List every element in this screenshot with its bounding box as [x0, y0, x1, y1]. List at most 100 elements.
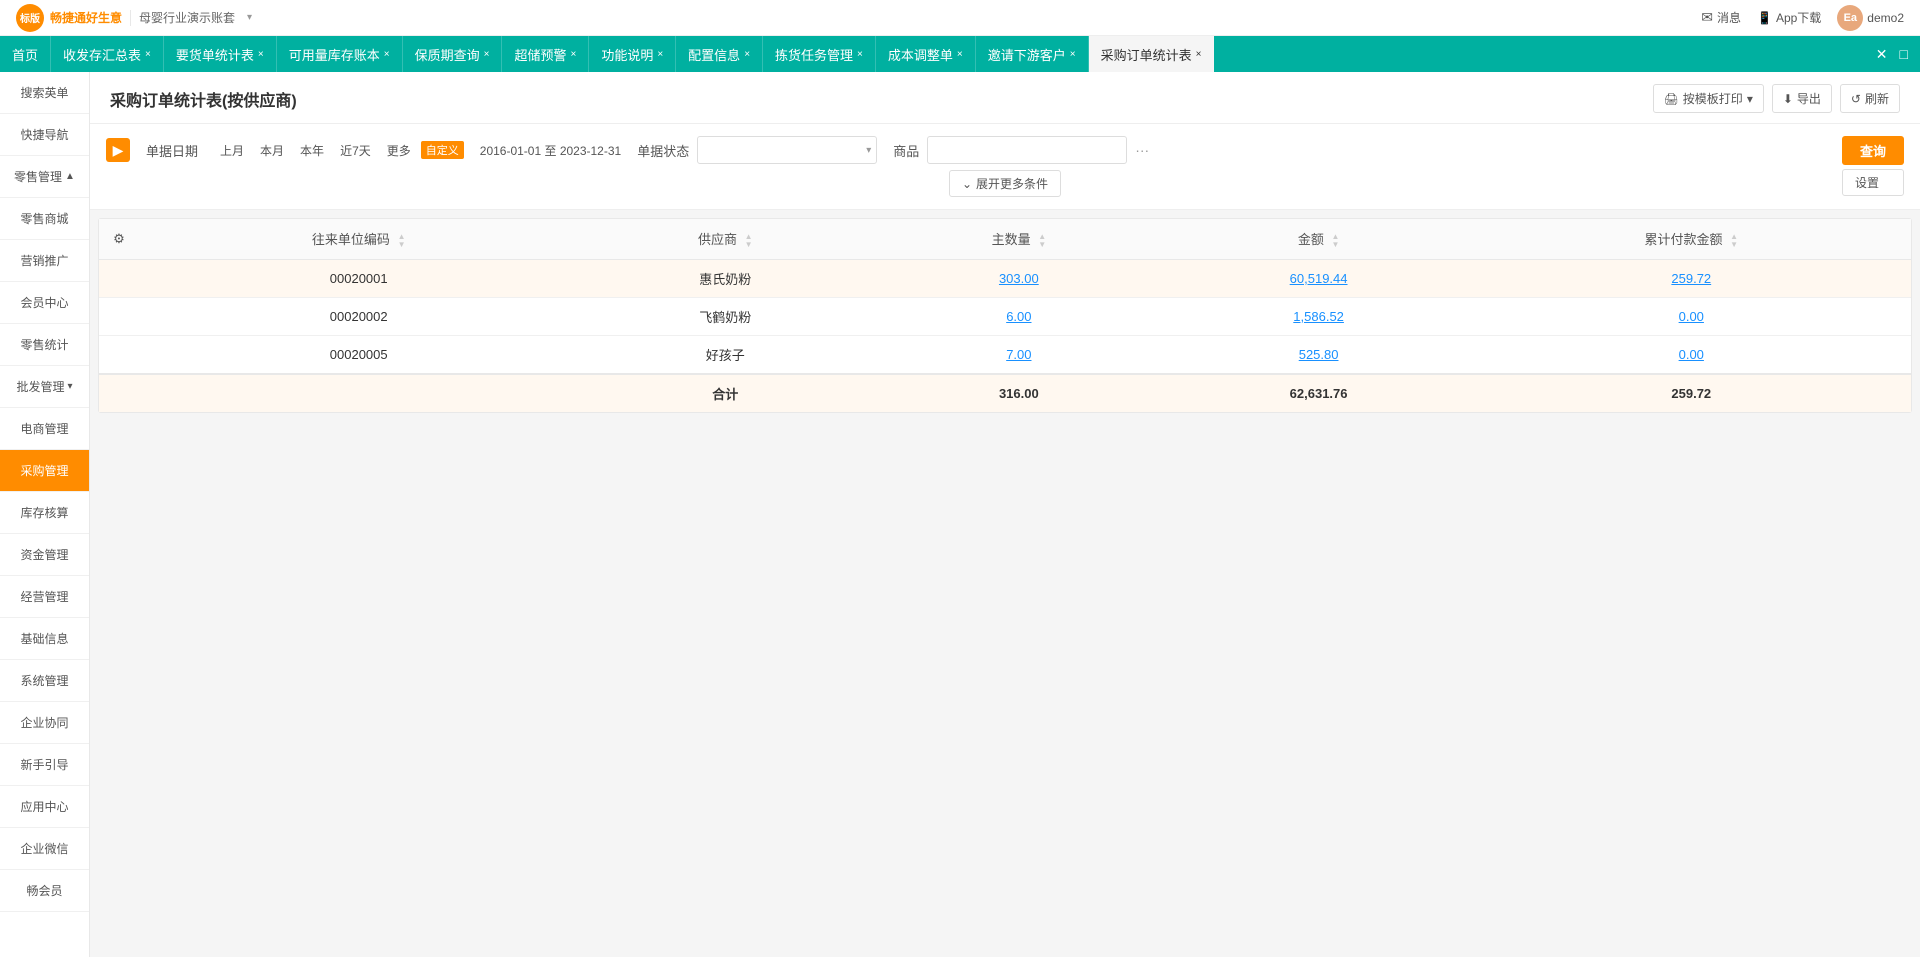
settings-button[interactable]: 设置 [1842, 169, 1904, 196]
breadcrumb-dropdown-icon[interactable]: ▾ [247, 12, 252, 23]
row-main-qty-0: 303.00 [872, 259, 1166, 297]
amount-link-0[interactable]: 60,519.44 [1290, 271, 1348, 286]
sidebar-item-retail-stats[interactable]: 零售统计 [0, 324, 89, 366]
filter-row: ▶ 单据日期 上月 本月 本年 近7天 更多 自定义 2016-01-01 至 … [106, 136, 1904, 164]
sidebar-ops-mgmt-label: 经营管理 [20, 590, 68, 604]
sidebar-wholesale-mgmt-label: 批发管理 [16, 378, 64, 395]
maximize-button[interactable]: □ [1896, 44, 1912, 64]
paid-amount-link-0[interactable]: 259.72 [1671, 271, 1711, 286]
sidebar-ecommerce-label: 电商管理 [20, 422, 68, 436]
shortcut-last-month[interactable]: 上月 [214, 140, 250, 161]
search-button[interactable]: 查询 [1842, 136, 1904, 165]
sidebar-item-enterprise-collab[interactable]: 企业协同 [0, 702, 89, 744]
export-button[interactable]: ⬇ 导出 [1772, 84, 1832, 113]
sidebar-item-finance-mgmt[interactable]: 资金管理 [0, 534, 89, 576]
shortcut-this-year[interactable]: 本年 [294, 140, 330, 161]
sidebar-item-member-center[interactable]: 会员中心 [0, 282, 89, 324]
footer-amount: 62,631.76 [1166, 374, 1472, 412]
breadcrumb[interactable]: 母婴行业演示账套 [139, 9, 235, 26]
sidebar-item-system-mgmt[interactable]: 系统管理 [0, 660, 89, 702]
sidebar-item-search[interactable]: 搜索英单 [0, 72, 89, 114]
sort-unit-code-icon[interactable]: ▲▼ [398, 233, 406, 249]
tab-cost-adjust[interactable]: 成本调整单 × [876, 36, 976, 72]
status-select[interactable] [697, 136, 877, 164]
tab-active-suffix: × [1196, 49, 1202, 60]
sort-amount-icon[interactable]: ▲▼ [1331, 233, 1339, 249]
sidebar-system-mgmt-label: 系统管理 [20, 674, 68, 688]
sort-main-qty-icon[interactable]: ▲▼ [1038, 233, 1046, 249]
sidebar-item-basic-info[interactable]: 基础信息 [0, 618, 89, 660]
shortcut-this-month[interactable]: 本月 [254, 140, 290, 161]
goods-search-input[interactable] [927, 136, 1127, 164]
row-paid-amount-0: 259.72 [1472, 259, 1911, 297]
paid-amount-link-2[interactable]: 0.00 [1679, 347, 1704, 362]
main-qty-link-0[interactable]: 303.00 [999, 271, 1039, 286]
filter-toggle-button[interactable]: ▶ [106, 138, 130, 162]
sidebar-item-retail-mgmt[interactable]: 零售管理 ▲ [0, 156, 89, 198]
sidebar-member-center-label: 会员中心 [20, 296, 68, 310]
shortcut-last-7-days[interactable]: 近7天 [334, 140, 377, 161]
main-qty-link-1[interactable]: 6.00 [1006, 309, 1031, 324]
tab-home[interactable]: 首页 [0, 36, 51, 72]
sidebar-item-inventory-check[interactable]: 库存核算 [0, 492, 89, 534]
sidebar-item-retail-shop[interactable]: 零售商城 [0, 198, 89, 240]
export-label: 导出 [1797, 90, 1821, 107]
amount-link-1[interactable]: 1,586.52 [1293, 309, 1344, 324]
tab-config-info[interactable]: 配置信息 × [676, 36, 763, 72]
sidebar-item-ecommerce[interactable]: 电商管理 [0, 408, 89, 450]
amount-link-2[interactable]: 525.80 [1299, 347, 1339, 362]
filter-area: 查询 设置 ▶ 单据日期 上月 本月 本年 近7天 更多 自定义 2016-01… [90, 124, 1920, 210]
footer-label: 合计 [578, 374, 872, 412]
logo-icon: 标版 [16, 4, 44, 32]
user-area[interactable]: Ea demo2 [1837, 5, 1904, 31]
sort-paid-amount-icon[interactable]: ▲▼ [1730, 233, 1738, 249]
tab-warranty-query-label: 保质期查询 [415, 45, 480, 64]
tab-invite-downstream[interactable]: 邀请下游客户 × [976, 36, 1089, 72]
sidebar-item-vip-member[interactable]: 畅会员 [0, 870, 89, 912]
sidebar-item-purchase-mgmt[interactable]: 采购管理 [0, 450, 89, 492]
print-label: 按模板打印 [1683, 90, 1743, 107]
row-main-qty-2: 7.00 [872, 335, 1166, 374]
goods-more-icon[interactable]: ··· [1135, 142, 1149, 158]
custom-date-badge[interactable]: 自定义 [421, 141, 464, 159]
row-settings-2 [99, 335, 139, 374]
row-unit-code-2: 00020005 [139, 335, 578, 374]
table-footer-row: 合计 316.00 62,631.76 259.72 [99, 374, 1911, 412]
sidebar-item-wholesale-mgmt[interactable]: 批发管理 ▾ [0, 366, 89, 408]
printer-icon: 🖨 [1664, 92, 1679, 106]
sidebar-item-marketing[interactable]: 营销推广 [0, 240, 89, 282]
table-settings-icon[interactable]: ⚙ [113, 231, 125, 246]
chevron-down-icon: ⌄ [962, 177, 972, 191]
sidebar-item-quick-nav[interactable]: 快捷导航 [0, 114, 89, 156]
print-button[interactable]: 🖨 按模板打印 ▾ [1653, 84, 1764, 113]
app-download-action[interactable]: 📱 App下载 [1757, 9, 1821, 26]
row-amount-0: 60,519.44 [1166, 259, 1472, 297]
close-all-tabs-button[interactable]: ✕ [1872, 44, 1892, 65]
sidebar-item-enterprise-wechat[interactable]: 企业微信 [0, 828, 89, 870]
sidebar-item-app-center[interactable]: 应用中心 [0, 786, 89, 828]
tab-receive-send-label: 收发存汇总表 [63, 45, 141, 64]
top-bar-right: ✉ 消息 📱 App下载 Ea demo2 [1701, 5, 1904, 31]
tab-demand-summary[interactable]: 要货单统计表 × [164, 36, 277, 72]
refresh-button[interactable]: ↺ 刷新 [1840, 84, 1900, 113]
tab-available-inventory[interactable]: 可用量库存账本 × [277, 36, 403, 72]
main-qty-link-2[interactable]: 7.00 [1006, 347, 1031, 362]
paid-amount-link-1[interactable]: 0.00 [1679, 309, 1704, 324]
sidebar-retail-mgmt-label: 零售管理 [14, 168, 62, 185]
shortcut-more[interactable]: 更多 [381, 140, 417, 161]
tab-purchase-summary[interactable]: 采购订单统计表 × [1089, 36, 1215, 72]
col-supplier: 供应商 ▲▼ [578, 219, 872, 259]
tab-function-desc[interactable]: 功能说明 × [589, 36, 676, 72]
tab-overstock-warning[interactable]: 超储预警 × [502, 36, 589, 72]
footer-paid-amount: 259.72 [1472, 374, 1911, 412]
tab-warranty-query[interactable]: 保质期查询 × [403, 36, 503, 72]
table-area: ⚙ 往来单位编码 ▲▼ 供应商 ▲▼ 主数量 ▲▼ [98, 218, 1912, 413]
sidebar-item-new-guide[interactable]: 新手引导 [0, 744, 89, 786]
tab-picking-tasks[interactable]: 拣货任务管理 × [763, 36, 876, 72]
tab-receive-send[interactable]: 收发存汇总表 × [51, 36, 164, 72]
sidebar-item-ops-mgmt[interactable]: 经营管理 [0, 576, 89, 618]
sort-supplier-icon[interactable]: ▲▼ [745, 233, 753, 249]
message-action[interactable]: ✉ 消息 [1701, 9, 1741, 26]
sidebar-marketing-label: 营销推广 [20, 254, 68, 268]
expand-button[interactable]: ⌄ 展开更多条件 [949, 170, 1061, 197]
